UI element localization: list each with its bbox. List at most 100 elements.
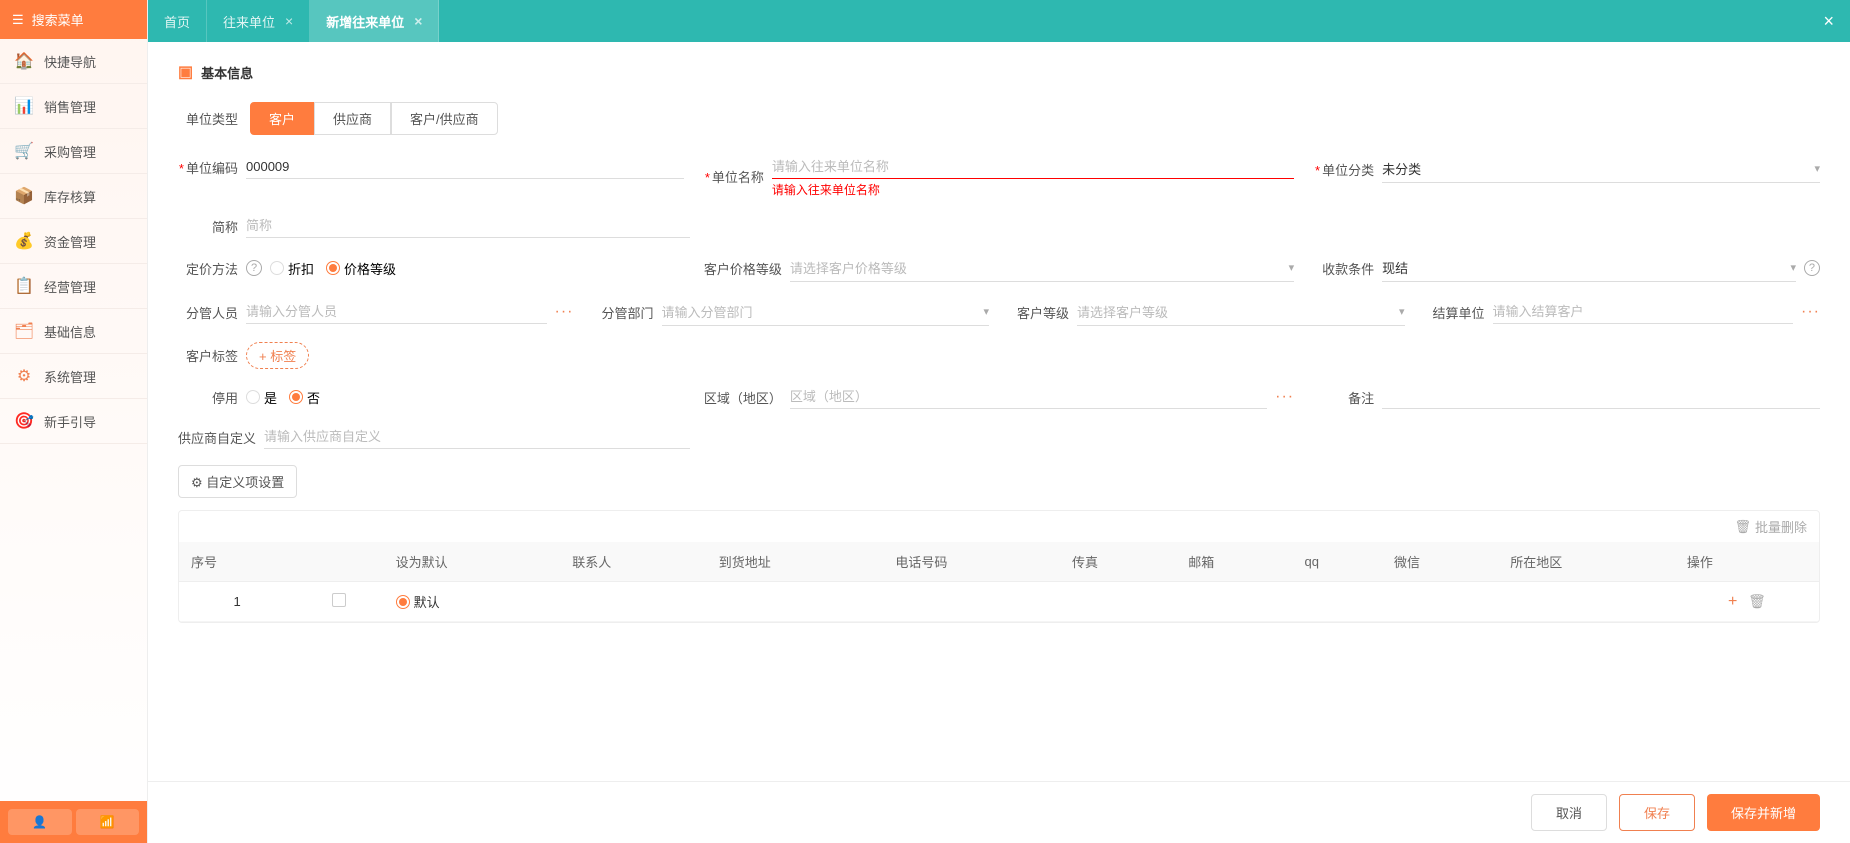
col-qq: qq (1293, 542, 1382, 582)
cancel-button[interactable]: 取消 (1531, 794, 1607, 831)
sidebar-label-system: 系统管理 (44, 367, 96, 386)
sidebar-item-finance[interactable]: 💰 资金管理 (0, 219, 147, 264)
custom-settings-area: ⚙ 自定义项设置 (178, 465, 1820, 498)
sidebar: ☰ 搜索菜单 🏠 快捷导航 📊 销售管理 🛒 采购管理 📦 库存核算 💰 资金管… (0, 0, 148, 843)
cell-fax (1060, 582, 1176, 622)
customer-price-level-select[interactable]: 请选择客户价格等级 ▾ (790, 254, 1294, 282)
manager-group: 分管人员 ··· (178, 300, 574, 324)
payment-terms-help-icon[interactable]: ? (1804, 260, 1820, 276)
pricing-radio-level-outer (326, 261, 340, 275)
payment-terms-select[interactable]: 现结 ▾ (1382, 254, 1796, 282)
department-group: 分管部门 请输入分管部门 ▾ (594, 298, 990, 326)
manager-input[interactable] (246, 300, 547, 324)
sidebar-item-quick-nav[interactable]: 🏠 快捷导航 (0, 39, 147, 84)
save-new-button[interactable]: 保存并新增 (1707, 794, 1820, 831)
payment-terms-group: 收款条件 现结 ▾ ? (1314, 254, 1820, 282)
save-button[interactable]: 保存 (1619, 794, 1695, 831)
tab-new-partner[interactable]: 新增往来单位 × (310, 0, 439, 42)
sidebar-search[interactable]: ☰ 搜索菜单 (0, 0, 147, 39)
row-checkbox[interactable] (332, 593, 346, 607)
sidebar-item-inventory[interactable]: 📦 库存核算 (0, 174, 147, 219)
inventory-icon: 📦 (14, 186, 34, 206)
sidebar-item-sales[interactable]: 📊 销售管理 (0, 84, 147, 129)
sidebar-label-finance: 资金管理 (44, 232, 96, 251)
disable-radio-yes[interactable]: 是 (246, 388, 277, 407)
tab-home[interactable]: 首页 (148, 0, 207, 42)
col-fax: 传真 (1060, 542, 1176, 582)
form-content: ▣ 基本信息 单位类型 客户 供应商 客户/供应商 *单位编码 (148, 42, 1850, 781)
settlement-unit-more-btn[interactable]: ··· (1801, 303, 1820, 321)
sidebar-bottom-btn-1[interactable]: 👤 (8, 809, 72, 835)
unit-type-supplier[interactable]: 供应商 (314, 102, 391, 135)
table-delete-row-button[interactable]: 🗑 (1748, 593, 1766, 609)
tab-partners-close[interactable]: × (285, 13, 293, 29)
add-tag-label: + 标签 (259, 346, 296, 365)
tab-new-partner-close[interactable]: × (414, 13, 422, 29)
short-name-input[interactable] (246, 214, 690, 238)
col-ops: 操作 (1675, 542, 1819, 582)
settlement-unit-input[interactable] (1493, 300, 1794, 324)
remarks-group: 备注 (1314, 385, 1820, 409)
disable-radio-no[interactable]: 否 (289, 388, 320, 407)
disable-radio-no-dot (292, 393, 300, 401)
stop-region-row: 停用 是 否 区域（地区） ··· (178, 385, 1820, 409)
sidebar-item-guide[interactable]: 🎯 新手引导 (0, 399, 147, 444)
contacts-table: 序号 设为默认 联系人 到货地址 电话号码 传真 邮箱 qq 微信 所在地区 操… (179, 542, 1819, 622)
sidebar-item-purchase[interactable]: 🛒 采购管理 (0, 129, 147, 174)
col-wechat: 微信 (1382, 542, 1498, 582)
customer-level-group: 客户等级 请选择客户等级 ▾ (1009, 298, 1405, 326)
pricing-help-icon[interactable]: ? (246, 260, 262, 276)
pricing-radio-group: 折扣 价格等级 (270, 259, 396, 278)
unit-type-both[interactable]: 客户/供应商 (391, 102, 498, 135)
customer-price-level-dropdown-icon: ▾ (1289, 261, 1295, 274)
region-more-btn[interactable]: ··· (1275, 388, 1294, 406)
unit-code-input[interactable] (246, 155, 684, 179)
department-select[interactable]: 请输入分管部门 ▾ (662, 298, 990, 326)
payment-terms-dropdown-icon: ▾ (1790, 261, 1796, 274)
unit-category-select[interactable]: 未分类 ▾ (1382, 155, 1820, 183)
tab-partners[interactable]: 往来单位 × (207, 0, 310, 42)
unit-type-customer[interactable]: 客户 (250, 102, 314, 135)
cell-checkbox[interactable] (295, 582, 383, 622)
region-label: 区域（地区） (704, 388, 782, 407)
remarks-label: 备注 (1314, 388, 1374, 407)
default-radio[interactable]: 默认 (396, 592, 549, 611)
sidebar-item-basics[interactable]: 🗂 基础信息 (0, 309, 147, 354)
customer-price-level-label: 客户价格等级 (704, 259, 782, 278)
sidebar-item-operations[interactable]: 📋 经营管理 (0, 264, 147, 309)
purchase-icon: 🛒 (14, 141, 34, 161)
manager-more-btn[interactable]: ··· (555, 303, 574, 321)
sales-icon: 📊 (14, 96, 34, 116)
sidebar-bottom-btn-2[interactable]: 📶 (76, 809, 140, 835)
settlement-unit-label: 结算单位 (1425, 303, 1485, 322)
region-input[interactable] (790, 385, 1267, 409)
disable-radio-no-label: 否 (307, 388, 320, 407)
unit-category-label: *单位分类 (1314, 160, 1374, 179)
code-name-category-row: *单位编码 *单位名称 请输入往来单位名称 *单位分类 未分类 (178, 155, 1820, 198)
short-name-row: 简称 (178, 214, 1820, 238)
col-phone: 电话号码 (883, 542, 1060, 582)
region-group: 区域（地区） ··· (704, 385, 1294, 409)
add-tag-button[interactable]: + 标签 (246, 342, 309, 369)
cell-seq: 1 (179, 582, 295, 622)
customer-level-select[interactable]: 请选择客户等级 ▾ (1077, 298, 1405, 326)
cell-default: 默认 (384, 582, 561, 622)
customer-price-level-placeholder: 请选择客户价格等级 (790, 258, 1285, 277)
custom-settings-button[interactable]: ⚙ 自定义项设置 (178, 465, 297, 498)
batch-delete-button[interactable]: 🗑 批量删除 (1734, 517, 1807, 536)
home-icon: 🏠 (14, 51, 34, 71)
basics-icon: 🗂 (14, 321, 34, 341)
unit-name-input[interactable] (772, 155, 1294, 179)
table-row: 1 默认 (179, 582, 1819, 622)
table-add-row-button[interactable]: + (1728, 593, 1737, 610)
short-name-group: 简称 (178, 214, 690, 238)
pricing-radio-discount[interactable]: 折扣 (270, 259, 314, 278)
window-close-button[interactable]: × (1807, 0, 1850, 42)
pricing-radio-level[interactable]: 价格等级 (326, 259, 396, 278)
remarks-input[interactable] (1382, 385, 1820, 409)
disable-label: 停用 (178, 388, 238, 407)
search-icon: ☰ (12, 12, 24, 28)
sidebar-item-system[interactable]: ⚙ 系统管理 (0, 354, 147, 399)
sidebar-label-basics: 基础信息 (44, 322, 96, 341)
supplier-custom-input[interactable] (264, 425, 690, 449)
